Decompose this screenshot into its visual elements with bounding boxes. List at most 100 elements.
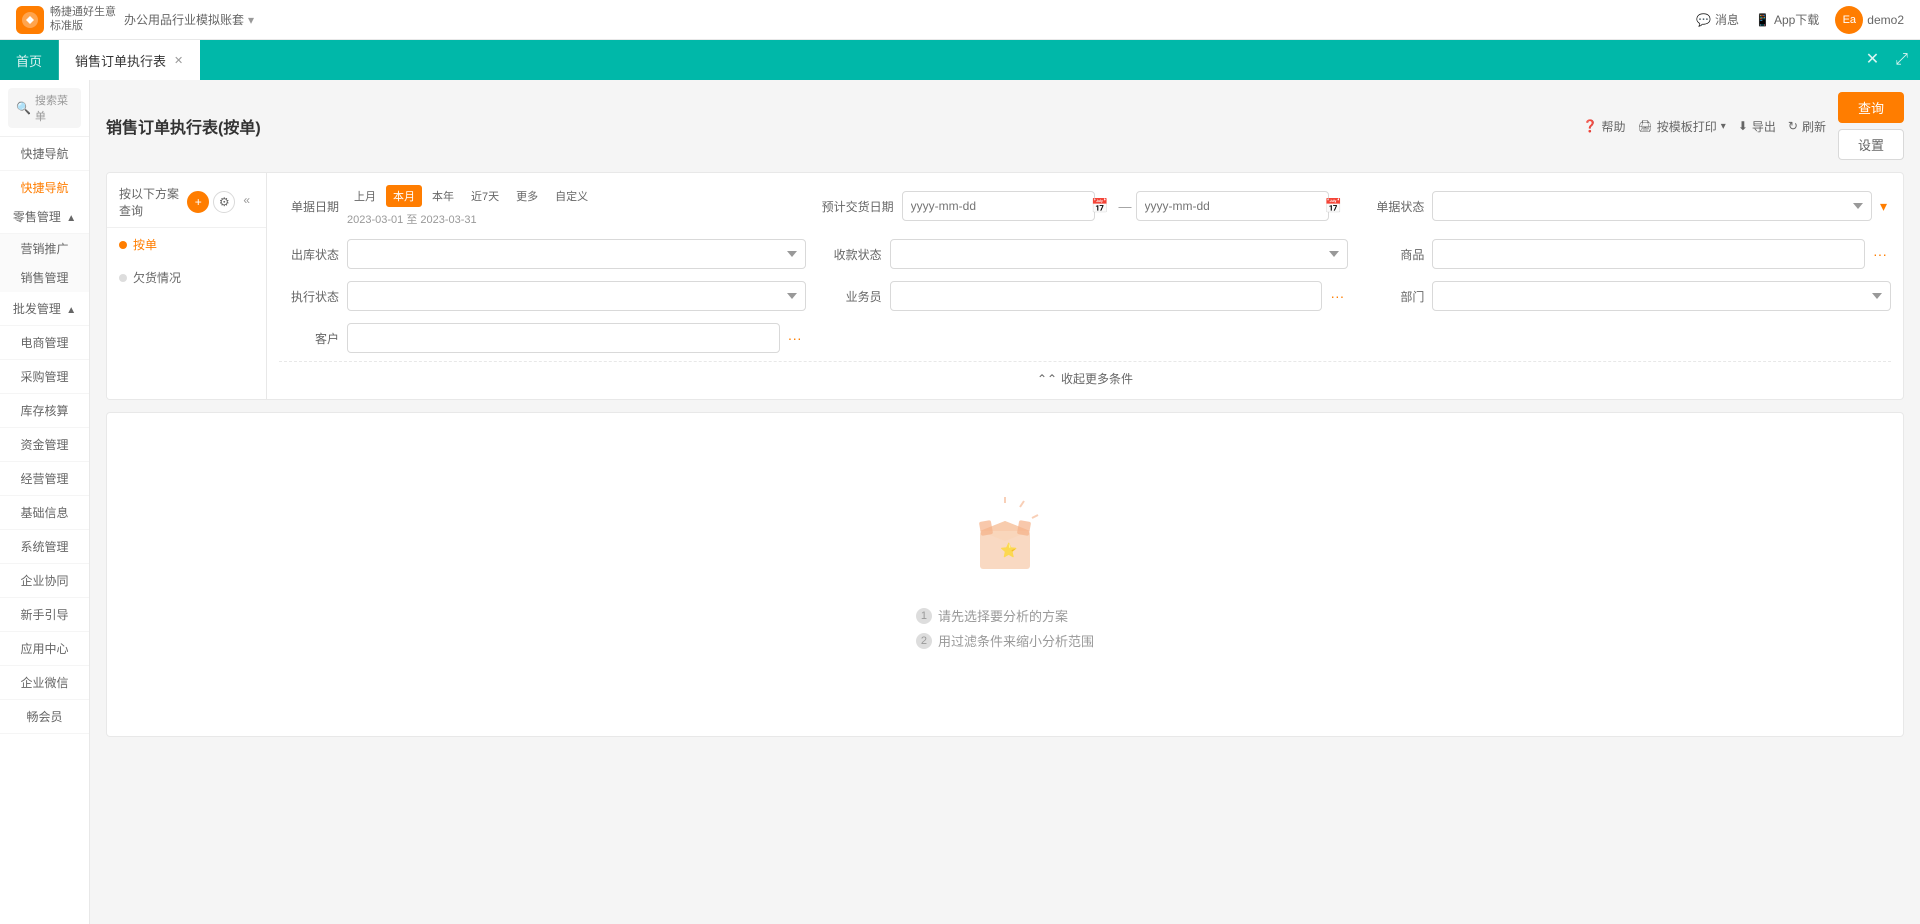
refresh-action[interactable]: ↻ 刷新 — [1788, 118, 1826, 135]
date-btn-custom[interactable]: 自定义 — [548, 185, 595, 207]
sidebar-item-operations[interactable]: 经营管理 — [0, 462, 89, 496]
avatar: Ea — [1835, 6, 1863, 34]
active-dot-icon — [119, 241, 127, 249]
settings-button[interactable]: 设置 — [1838, 129, 1904, 160]
exec-status-label: 执行状态 — [279, 288, 339, 305]
filter-sub-item-by-order[interactable]: 按单 — [107, 228, 266, 261]
order-status-select[interactable] — [1432, 191, 1872, 221]
sidebar-item-finance[interactable]: 资金管理 — [0, 428, 89, 462]
date-btn-7days[interactable]: 近7天 — [464, 185, 506, 207]
tab-expand-btn[interactable]: ⤢ — [1891, 48, 1912, 72]
sidebar-item-ecommerce[interactable]: 电商管理 — [0, 326, 89, 360]
tab-close-icon[interactable]: ✕ — [174, 54, 183, 67]
page-title-bar: 销售订单执行表(按单) ❓ 帮助 🖨 按模板打印 ▾ ⬇ 导出 — [106, 92, 1904, 160]
collapse-more-btn[interactable]: ⌃⌃ 收起更多条件 — [1037, 370, 1133, 387]
delivery-status-label: 出库状态 — [279, 246, 339, 263]
filter-left-panel: 按以下方案查询 + ⚙ « 按单 欠货情况 — [107, 173, 267, 399]
retail-arrow: ▲ — [66, 213, 76, 224]
exec-status-select[interactable] — [347, 281, 806, 311]
help-action[interactable]: ❓ 帮助 — [1583, 118, 1626, 135]
message-action[interactable]: 💬 消息 — [1696, 11, 1739, 28]
product-wrap: ··· — [1432, 239, 1891, 269]
customer-input[interactable] — [347, 323, 780, 353]
customer-more-icon[interactable]: ··· — [784, 330, 806, 346]
sidebar-item-quick-nav[interactable]: 快捷导航 — [0, 137, 89, 171]
date-btn-thismonth[interactable]: 本月 — [386, 185, 422, 207]
sidebar-item-inventory[interactable]: 库存核算 — [0, 394, 89, 428]
app-download-action[interactable]: 📱 App下载 — [1755, 11, 1819, 28]
message-icon: 💬 — [1696, 13, 1711, 27]
payment-status-select[interactable] — [890, 239, 1349, 269]
sidebar-item-wholesale[interactable]: 批发管理 ▲ — [0, 292, 89, 326]
expected-date-end[interactable] — [1136, 191, 1329, 221]
sidebar-item-enterprise[interactable]: 企业协同 — [0, 564, 89, 598]
breadcrumb-dropdown-icon[interactable]: ▾ — [248, 13, 254, 27]
empty-line2-text: 用过滤条件来缩小分析范围 — [938, 631, 1094, 650]
filter-rows: 单据日期 上月 本月 本年 近7天 更多 自定义 — [279, 185, 1891, 353]
sidebar-retail-header: 快捷导航 — [0, 171, 89, 200]
svg-text:⭐: ⭐ — [1000, 542, 1017, 558]
sidebar-item-system[interactable]: 系统管理 — [0, 530, 89, 564]
refresh-icon: ↻ — [1788, 119, 1798, 133]
export-label: 导出 — [1752, 118, 1776, 135]
date-btn-thisyear[interactable]: 本年 — [425, 185, 461, 207]
tab-bar-actions: ✕ ⤢ — [1862, 48, 1920, 72]
date-range-display: 2023-03-01 至 2023-03-31 — [347, 211, 806, 227]
filter-title-text: 按以下方案查询 — [119, 185, 187, 219]
export-icon: ⬇ — [1738, 119, 1748, 133]
dept-select[interactable] — [1432, 281, 1891, 311]
date-btn-more[interactable]: 更多 — [509, 185, 545, 207]
empty-num-2: 2 — [916, 633, 932, 649]
filter-panel-actions: + ⚙ « — [187, 191, 254, 213]
filter-sub-label-order: 按单 — [133, 236, 157, 253]
collapse-more-section: ⌃⌃ 收起更多条件 — [279, 361, 1891, 387]
inactive-dot-icon — [119, 274, 127, 282]
product-more-icon[interactable]: ··· — [1869, 246, 1891, 262]
tab-home[interactable]: 首页 — [0, 40, 59, 80]
breadcrumb-text: 办公用品行业模拟账套 — [124, 11, 244, 28]
template-print-action[interactable]: 🖨 按模板打印 ▾ — [1638, 118, 1726, 135]
wholesale-arrow: ▲ — [66, 305, 76, 316]
collapse-panel-btn[interactable]: « — [239, 191, 254, 213]
sidebar-item-basic[interactable]: 基础信息 — [0, 496, 89, 530]
filter-sub-item-debt[interactable]: 欠货情况 — [107, 261, 266, 294]
sidebar-item-onboarding[interactable]: 新手引导 — [0, 598, 89, 632]
top-header: 畅捷通好生意 标准版 办公用品行业模拟账套 ▾ 💬 消息 📱 App下载 Ea … — [0, 0, 1920, 40]
template-print-label: 按模板打印 — [1657, 118, 1717, 135]
product-input[interactable] — [1432, 239, 1865, 269]
sidebar-item-sales-mgmt[interactable]: 销售管理 — [0, 263, 89, 292]
empty-text-line1: 1 请先选择要分析的方案 — [916, 606, 1094, 625]
expected-date-start[interactable] — [902, 191, 1095, 221]
delivery-status-wrap — [347, 239, 806, 269]
export-action[interactable]: ⬇ 导出 — [1738, 118, 1776, 135]
sidebar-section-retail[interactable]: 快捷导航 — [0, 171, 89, 200]
sidebar-item-marketing[interactable]: 营销推广 — [0, 234, 89, 263]
filter-field-date: 单据日期 上月 本月 本年 近7天 更多 自定义 — [279, 185, 806, 227]
order-status-expand-icon[interactable]: ▾ — [1876, 198, 1891, 215]
settings-scheme-btn[interactable]: ⚙ — [213, 191, 235, 213]
sidebar-item-member[interactable]: 畅会员 — [0, 700, 89, 734]
add-scheme-btn[interactable]: + — [187, 191, 209, 213]
sidebar-item-wechat[interactable]: 企业微信 — [0, 666, 89, 700]
filter-panel-title: 按以下方案查询 + ⚙ « — [107, 185, 266, 228]
customer-wrap: ··· — [347, 323, 806, 353]
sidebar-item-purchase[interactable]: 采购管理 — [0, 360, 89, 394]
date-btn-lastmonth[interactable]: 上月 — [347, 185, 383, 207]
expected-date-range: 📅 — 📅 — [902, 191, 1349, 221]
tab-sales-order-label: 销售订单执行表 — [75, 51, 166, 70]
delivery-status-select[interactable] — [347, 239, 806, 269]
salesperson-input[interactable] — [890, 281, 1323, 311]
tab-bar: 首页 销售订单执行表 ✕ ✕ ⤢ — [0, 40, 1920, 80]
date-separator: — — [1119, 199, 1132, 214]
sidebar-item-retail[interactable]: 零售管理 ▲ — [0, 200, 89, 234]
salesperson-more-icon[interactable]: ··· — [1326, 288, 1348, 304]
product-label: 商品 — [1364, 246, 1424, 263]
user-area[interactable]: Ea demo2 — [1835, 6, 1904, 34]
help-icon: ❓ — [1583, 119, 1598, 133]
tab-close-window-btn[interactable]: ✕ — [1862, 48, 1883, 72]
query-button[interactable]: 查询 — [1838, 92, 1904, 123]
sidebar-item-app-center[interactable]: 应用中心 — [0, 632, 89, 666]
tab-sales-order[interactable]: 销售订单执行表 ✕ — [59, 40, 200, 80]
sidebar-search[interactable]: 🔍 搜索菜单 — [0, 80, 89, 137]
user-name: demo2 — [1867, 13, 1904, 27]
